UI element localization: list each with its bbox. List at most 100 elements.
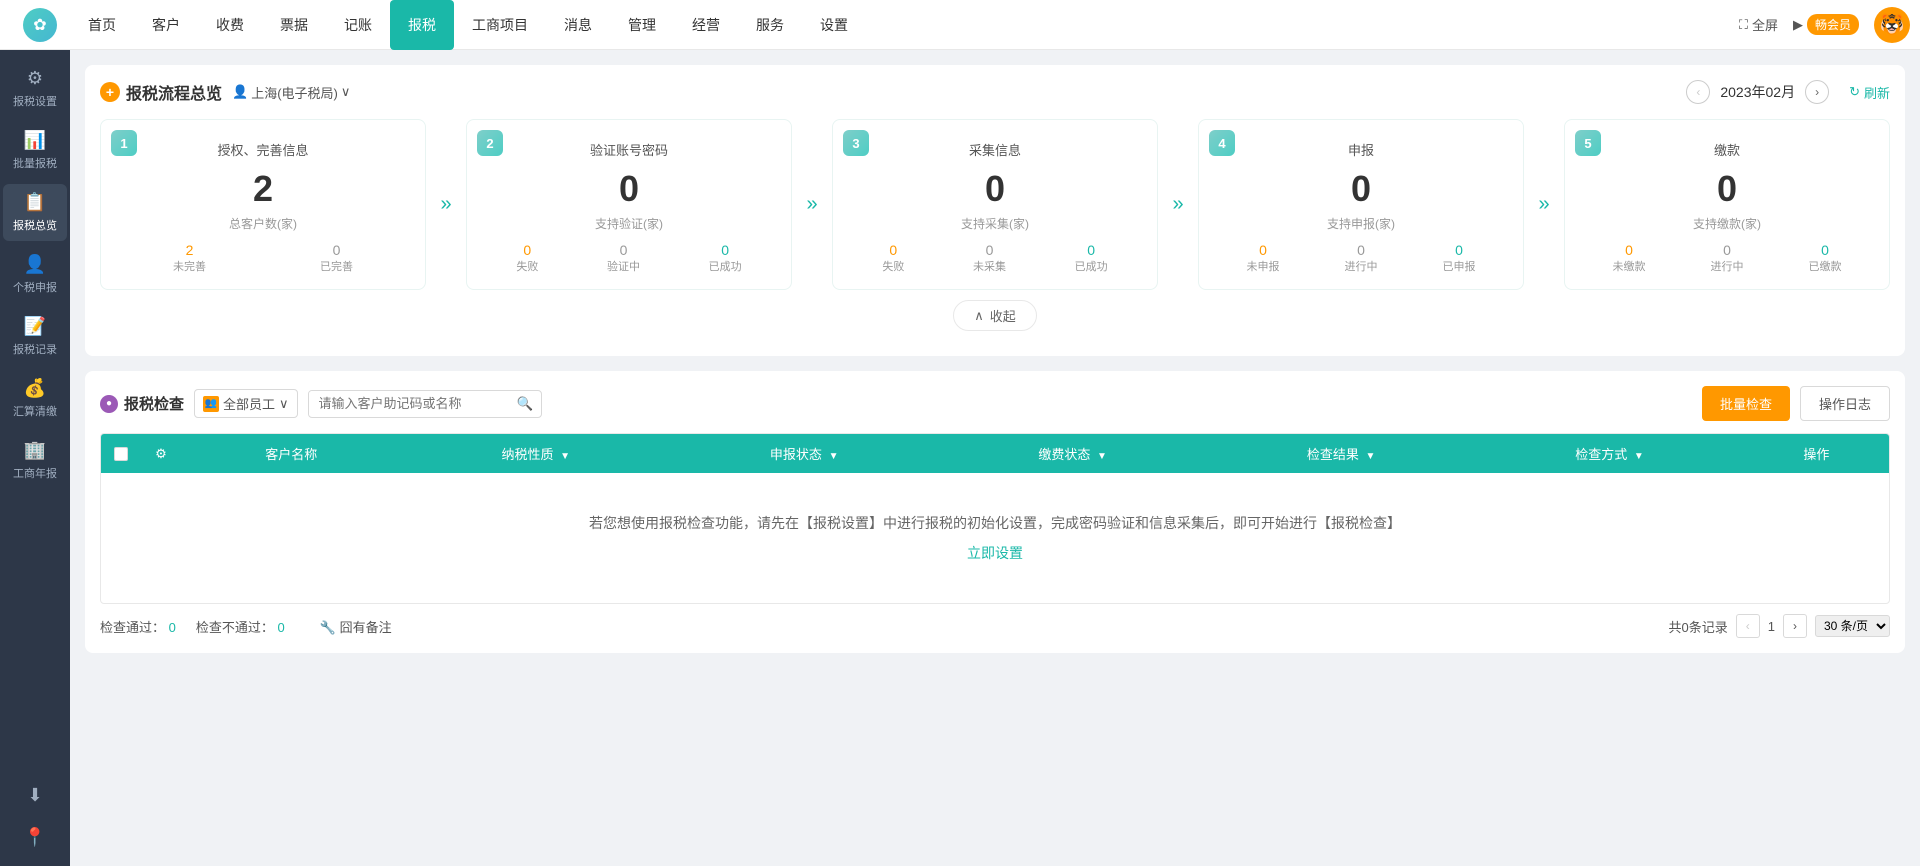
search-button[interactable]: 🔍: [509, 391, 542, 417]
col-settings: ⚙: [141, 434, 181, 473]
step-3-stat-1[interactable]: 0 未采集: [973, 242, 1006, 274]
top-right: ⛶ 全屏 ▶ 畅会员 🐯: [1739, 7, 1910, 43]
settings-icon[interactable]: ⚙: [155, 446, 167, 461]
sidebar-item-tax-settings[interactable]: ⚙ 报税设置: [3, 60, 67, 117]
col-tax-nature: 纳税性质 ▼: [402, 434, 670, 473]
filter-icon-5[interactable]: ▼: [1634, 451, 1644, 462]
step-5-stat-2[interactable]: 0 已缴款: [1809, 242, 1842, 274]
setup-link[interactable]: 立即设置: [967, 545, 1023, 561]
nav-invoice[interactable]: 票据: [262, 0, 326, 50]
step-2-stat-2[interactable]: 0 已成功: [709, 242, 742, 274]
step-2-val-0: 0: [516, 242, 538, 258]
vip-button[interactable]: ▶ 畅会员: [1793, 14, 1859, 35]
step-1-stat-1[interactable]: 0 已完善: [320, 242, 353, 274]
step-1-card: 1 授权、完善信息 2 总客户数(家) 2 未完善 0 已完善: [100, 119, 426, 290]
fail-label: 检查不通过：: [196, 620, 274, 635]
fail-count[interactable]: 0: [278, 620, 285, 635]
next-month-button[interactable]: ›: [1805, 80, 1829, 104]
step-4-stat-2[interactable]: 0 已申报: [1443, 242, 1476, 274]
location-badge[interactable]: 👤 上海(电子税局) ∨: [232, 83, 350, 102]
total-records: 共0条记录: [1669, 617, 1728, 636]
step-3-lbl-1: 未采集: [973, 258, 1006, 274]
step-1-stat-0[interactable]: 2 未完善: [173, 242, 206, 274]
filter-icon-2[interactable]: ▼: [829, 451, 839, 462]
sidebar-label-tax-overview: 报税总览: [13, 217, 57, 233]
sidebar-item-tax-record[interactable]: 📝 报税记录: [3, 308, 67, 365]
nav-message[interactable]: 消息: [546, 0, 610, 50]
pass-stat: 检查通过： 0: [100, 617, 176, 636]
batch-check-button[interactable]: 批量检查: [1702, 386, 1790, 421]
step-4-stat-1[interactable]: 0 进行中: [1345, 242, 1378, 274]
next-page-button[interactable]: ›: [1783, 614, 1807, 638]
sidebar-item-personal-tax[interactable]: 👤 个税申报: [3, 246, 67, 303]
filter-icon-4[interactable]: ▼: [1365, 451, 1375, 462]
table-header-row: ⚙ 客户名称 纳税性质 ▼ 申报状态 ▼: [101, 434, 1889, 473]
step-5-num: 5: [1575, 130, 1601, 156]
step-2-subtitle: 支持验证(家): [482, 215, 776, 232]
step-4-count: 0: [1214, 167, 1508, 210]
location-icon: 📍: [24, 827, 46, 848]
sidebar-item-tax-overview[interactable]: 📋 报税总览: [3, 184, 67, 241]
nav-home[interactable]: 首页: [70, 0, 134, 50]
nav-operation[interactable]: 经营: [674, 0, 738, 50]
step-3-stat-0[interactable]: 0 失败: [882, 242, 904, 274]
month-nav: ‹ 2023年02月 ›: [1686, 80, 1829, 104]
step-1-stats: 2 未完善 0 已完善: [116, 242, 410, 274]
step-3-subtitle: 支持采集(家): [848, 215, 1142, 232]
overview-title: + 报税流程总览: [100, 80, 222, 104]
step-2-count: 0: [482, 167, 776, 210]
sidebar-item-business-annual[interactable]: 🏢 工商年报: [3, 432, 67, 489]
filter-icon-3[interactable]: ▼: [1097, 451, 1107, 462]
nav-accounting[interactable]: 记账: [326, 0, 390, 50]
avatar[interactable]: 🐯: [1874, 7, 1910, 43]
nav-tax[interactable]: 报税: [390, 0, 454, 50]
operation-log-button[interactable]: 操作日志: [1800, 386, 1890, 421]
filter-icon-1[interactable]: ▼: [560, 451, 570, 462]
step-5-val-1: 0: [1711, 242, 1744, 258]
step-2-num: 2: [477, 130, 503, 156]
batch-tax-icon: 📊: [24, 130, 46, 151]
step-4-stat-0[interactable]: 0 未申报: [1247, 242, 1280, 274]
sidebar-label-batch-tax: 批量报税: [13, 155, 57, 171]
tax-settings-icon: ⚙: [27, 68, 43, 89]
tax-record-icon: 📝: [24, 316, 46, 337]
nav-settings[interactable]: 设置: [802, 0, 866, 50]
nav-management[interactable]: 管理: [610, 0, 674, 50]
step-3-lbl-0: 失败: [882, 258, 904, 274]
nav-fee[interactable]: 收费: [198, 0, 262, 50]
step-3-card: 3 采集信息 0 支持采集(家) 0 失败 0 未采集: [832, 119, 1158, 290]
empty-message: 若您想使用报税检查功能，请先在【报税设置】中进行报税的初始化设置，完成密码验证和…: [101, 473, 1889, 603]
step-2-stat-1[interactable]: 0 验证中: [607, 242, 640, 274]
col-tax-nature-label: 纳税性质: [501, 447, 553, 462]
nav-business[interactable]: 工商项目: [454, 0, 546, 50]
step-2-stat-0[interactable]: 0 失败: [516, 242, 538, 274]
sidebar-item-batch-tax[interactable]: 📊 批量报税: [3, 122, 67, 179]
search-input[interactable]: [309, 391, 509, 416]
step-3-stat-2[interactable]: 0 已成功: [1075, 242, 1108, 274]
per-page-select[interactable]: 30 条/页: [1815, 615, 1890, 637]
steps-row: 1 授权、完善信息 2 总客户数(家) 2 未完善 0 已完善: [100, 119, 1890, 290]
sidebar-item-annual-tax[interactable]: 💰 汇算清缴: [3, 370, 67, 427]
step-5-stat-0[interactable]: 0 未缴款: [1613, 242, 1646, 274]
header-checkbox[interactable]: [114, 447, 128, 461]
pass-count[interactable]: 0: [169, 620, 176, 635]
collapse-row: ∧ 收起: [100, 300, 1890, 331]
prev-month-button[interactable]: ‹: [1686, 80, 1710, 104]
collapse-button[interactable]: ∧ 收起: [953, 300, 1037, 331]
sidebar-label-business-annual: 工商年报: [13, 465, 57, 481]
fullscreen-button[interactable]: ⛶ 全屏: [1739, 15, 1778, 34]
nav-customer[interactable]: 客户: [134, 0, 198, 50]
step-2-val-2: 0: [709, 242, 742, 258]
step-3-val-0: 0: [882, 242, 904, 258]
sidebar-download[interactable]: ⬇: [3, 777, 67, 814]
step-1-title: 授权、完善信息: [116, 135, 410, 159]
step-5-stat-1[interactable]: 0 进行中: [1711, 242, 1744, 274]
prev-page-button[interactable]: ‹: [1736, 614, 1760, 638]
employee-select[interactable]: 👥 全部员工 ∨: [194, 389, 298, 418]
sidebar-location[interactable]: 📍: [3, 819, 67, 856]
refresh-button[interactable]: ↻ 刷新: [1849, 83, 1890, 102]
step-1-num: 1: [111, 130, 137, 156]
step-4-lbl-2: 已申报: [1443, 258, 1476, 274]
col-pay-status-label: 缴费状态: [1038, 447, 1090, 462]
nav-service[interactable]: 服务: [738, 0, 802, 50]
